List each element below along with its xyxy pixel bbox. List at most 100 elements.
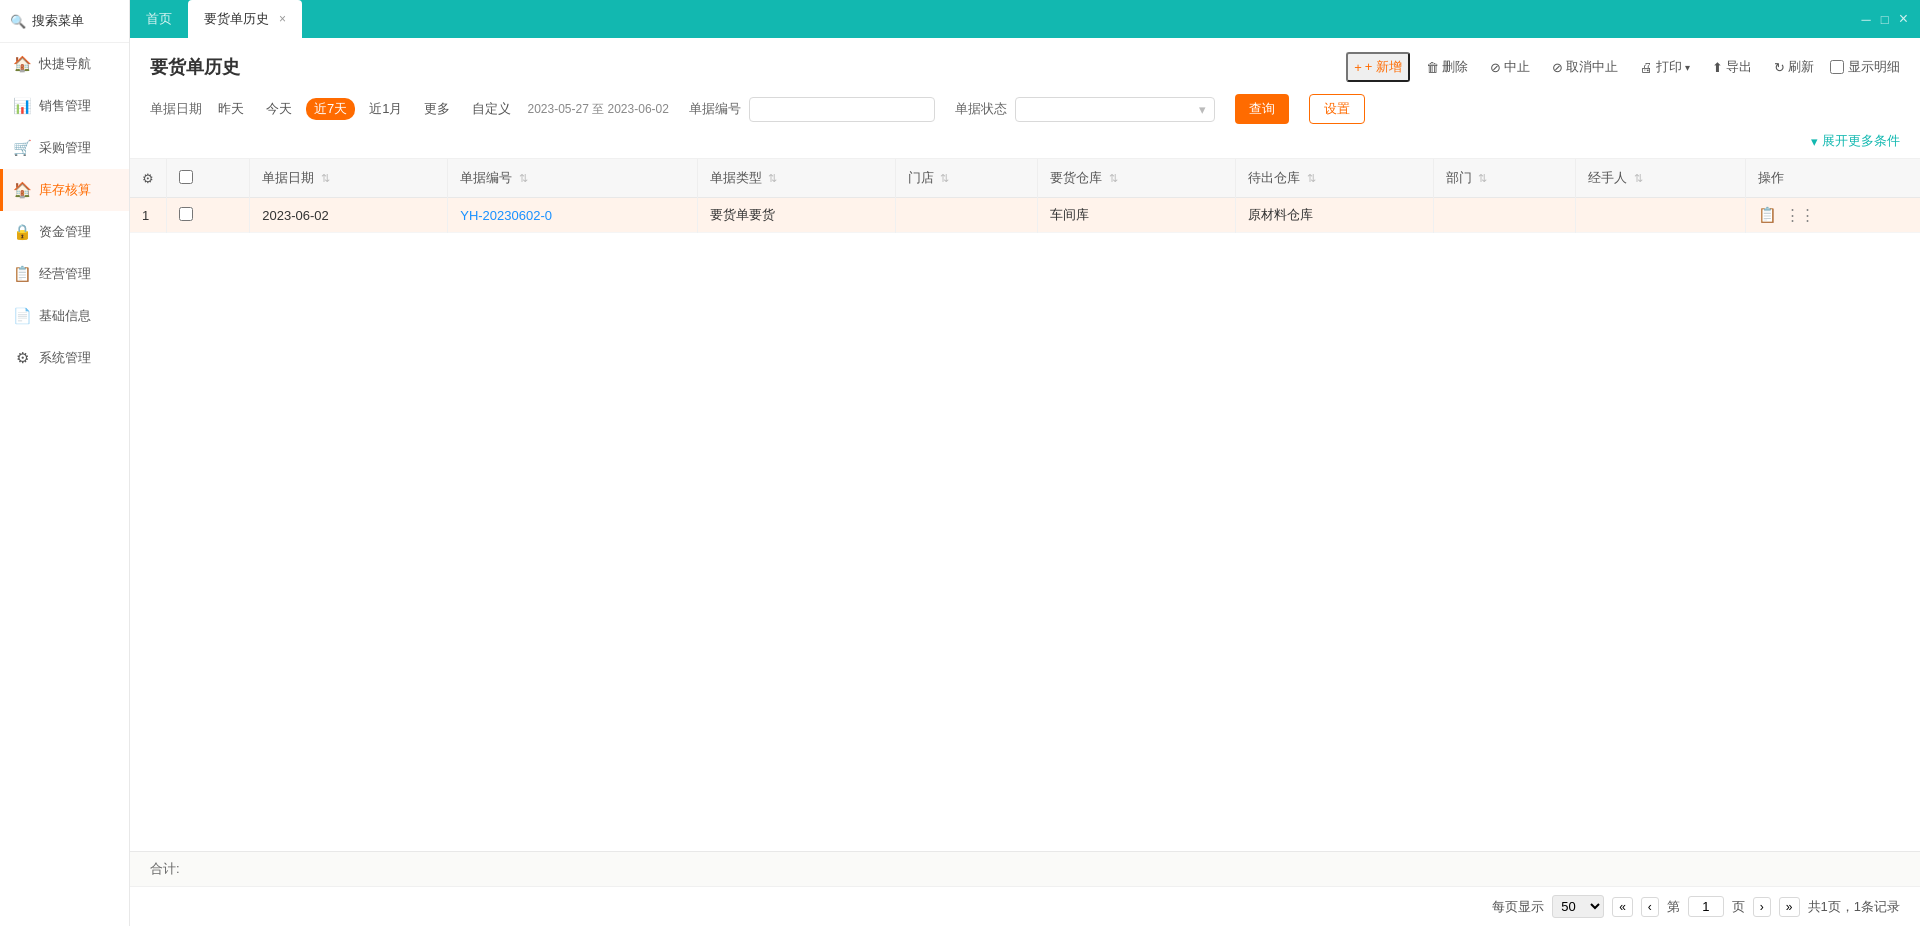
cancel-stop-button[interactable]: ⊘ 取消中止 (1546, 54, 1624, 80)
sidebar-item-label: 经营管理 (39, 265, 91, 283)
date-tab-7days[interactable]: 近7天 (306, 98, 355, 120)
print-icon: 🖨 (1640, 60, 1653, 75)
table-header-doc-date[interactable]: 单据日期 ⇅ (250, 159, 448, 198)
table-header-store[interactable]: 门店 ⇅ (895, 159, 1037, 198)
sort-icon-handler: ⇅ (1634, 172, 1643, 184)
row-more-icon[interactable]: ⋮⋮ (1785, 206, 1815, 224)
table-header-handler[interactable]: 经手人 ⇅ (1576, 159, 1746, 198)
summary-label: 合计: (150, 861, 180, 876)
row-index: 1 (130, 198, 167, 233)
date-tabs: 昨天 今天 近7天 近1月 更多 自定义 (210, 98, 519, 120)
tab-home[interactable]: 首页 (130, 0, 188, 38)
tab-requisition-label: 要货单历史 (204, 10, 269, 28)
stop-button[interactable]: ⊘ 中止 (1484, 54, 1536, 80)
sidebar-search[interactable]: 🔍 搜索菜单 (0, 0, 129, 43)
sidebar-item-finance[interactable]: 🔒 资金管理 (0, 211, 129, 253)
doc-number-input[interactable] (749, 97, 935, 122)
date-range-display: 2023-05-27 至 2023-06-02 (527, 101, 668, 118)
row-req-warehouse: 车间库 (1038, 198, 1236, 233)
sort-icon-store: ⇅ (940, 172, 949, 184)
doc-number-filter: 单据编号 (689, 97, 935, 122)
table-header-department[interactable]: 部门 ⇅ (1433, 159, 1575, 198)
export-icon: ⬆ (1712, 60, 1723, 75)
sidebar-item-system[interactable]: ⚙ 系统管理 (0, 337, 129, 379)
footer-summary: 合计: (130, 851, 1920, 886)
stop-icon: ⊘ (1490, 60, 1501, 75)
query-button[interactable]: 查询 (1235, 94, 1289, 124)
sidebar-item-quick-nav[interactable]: 🏠 快捷导航 (0, 43, 129, 85)
base-icon: 📄 (13, 307, 31, 325)
per-page-select[interactable]: 50 20 100 (1552, 895, 1604, 918)
table-wrapper: ⚙ 单据日期 ⇅ 单据编号 ⇅ 单据类型 (130, 159, 1920, 851)
sidebar-search-label: 搜索菜单 (32, 12, 84, 30)
new-icon: + (1354, 60, 1362, 75)
doc-number-label: 单据编号 (689, 100, 741, 118)
window-minimize-btn[interactable]: ─ (1862, 12, 1871, 27)
window-maximize-btn[interactable]: □ (1881, 12, 1889, 27)
doc-no-link[interactable]: YH-20230602-0 (460, 208, 552, 223)
first-page-btn[interactable]: « (1612, 897, 1633, 917)
table-row: 1 2023-06-02 YH-20230602-0 要货单要货 车间库 原材料… (130, 198, 1920, 233)
doc-status-filter: 单据状态 ▾ (955, 97, 1215, 122)
date-tab-1month[interactable]: 近1月 (361, 98, 410, 120)
sidebar-item-label: 系统管理 (39, 349, 91, 367)
row-pending-warehouse: 原材料仓库 (1235, 198, 1433, 233)
system-icon: ⚙ (13, 349, 31, 367)
date-tab-more[interactable]: 更多 (416, 98, 458, 120)
inventory-icon: 🏠 (13, 181, 31, 199)
delete-button[interactable]: 🗑 删除 (1420, 54, 1474, 80)
sort-icon-department: ⇅ (1478, 172, 1487, 184)
window-close-btn[interactable]: × (1899, 10, 1908, 28)
sidebar-item-label: 快捷导航 (39, 55, 91, 73)
table-header-pending-warehouse[interactable]: 待出仓库 ⇅ (1235, 159, 1433, 198)
chevron-down-icon: ▾ (1199, 102, 1206, 117)
last-page-btn[interactable]: » (1779, 897, 1800, 917)
date-tab-yesterday[interactable]: 昨天 (210, 98, 252, 120)
expand-more-btn[interactable]: ▾ 展开更多条件 (1811, 132, 1900, 150)
display-detail-toggle[interactable]: 显示明细 (1830, 58, 1900, 76)
select-all-checkbox[interactable] (179, 170, 193, 184)
next-page-btn[interactable]: › (1753, 897, 1771, 917)
operations-icon: 📋 (13, 265, 31, 283)
prev-page-btn[interactable]: ‹ (1641, 897, 1659, 917)
filter-row: 单据日期 昨天 今天 近7天 近1月 更多 自定义 2023-05-27 至 2… (150, 94, 1900, 124)
search-icon: 🔍 (10, 14, 26, 29)
toolbar: + + 新增 🗑 删除 ⊘ 中止 ⊘ 取消中止 🖨 打印 (1346, 52, 1900, 82)
table-header-row: ⚙ 单据日期 ⇅ 单据编号 ⇅ 单据类型 (130, 159, 1920, 198)
table-header-doc-no[interactable]: 单据编号 ⇅ (448, 159, 698, 198)
print-button[interactable]: 🖨 打印 ▾ (1634, 54, 1696, 80)
new-button[interactable]: + + 新增 (1346, 52, 1410, 82)
expand-more-icon: ▾ (1811, 134, 1818, 149)
row-select-checkbox[interactable] (179, 207, 193, 221)
tab-bar-right: ─ □ × (1862, 10, 1920, 28)
filter-bar: 单据日期 昨天 今天 近7天 近1月 更多 自定义 2023-05-27 至 2… (130, 82, 1920, 159)
display-detail-checkbox[interactable] (1830, 60, 1844, 74)
date-tab-custom[interactable]: 自定义 (464, 98, 519, 120)
table-header-req-warehouse[interactable]: 要货仓库 ⇅ (1038, 159, 1236, 198)
page-title: 要货单历史 (150, 55, 240, 79)
expand-more-label: 展开更多条件 (1822, 132, 1900, 150)
sidebar-item-operations[interactable]: 📋 经营管理 (0, 253, 129, 295)
sidebar-item-base[interactable]: 📄 基础信息 (0, 295, 129, 337)
tab-home-label: 首页 (146, 10, 172, 28)
date-tab-today[interactable]: 今天 (258, 98, 300, 120)
tab-requisition-history[interactable]: 要货单历史 × (188, 0, 302, 38)
row-checkbox (167, 198, 250, 233)
refresh-button[interactable]: ↻ 刷新 (1768, 54, 1820, 80)
table-header-actions: 操作 (1746, 159, 1920, 198)
sidebar-item-label: 采购管理 (39, 139, 91, 157)
sidebar-item-purchase[interactable]: 🛒 采购管理 (0, 127, 129, 169)
data-table: ⚙ 单据日期 ⇅ 单据编号 ⇅ 单据类型 (130, 159, 1920, 233)
row-edit-icon[interactable]: 📋 (1758, 206, 1777, 224)
sidebar-item-sales[interactable]: 📊 销售管理 (0, 85, 129, 127)
doc-status-select[interactable]: ▾ (1015, 97, 1215, 122)
sidebar-item-inventory[interactable]: 🏠 库存核算 (0, 169, 129, 211)
cart-icon: 🛒 (13, 139, 31, 157)
table-settings-col[interactable]: ⚙ (130, 159, 167, 198)
settings-button[interactable]: 设置 (1309, 94, 1365, 124)
export-button[interactable]: ⬆ 导出 (1706, 54, 1758, 80)
table-header-doc-type[interactable]: 单据类型 ⇅ (697, 159, 895, 198)
tab-close-icon[interactable]: × (279, 12, 286, 26)
page-number-input[interactable] (1688, 896, 1724, 917)
sort-icon-doc-type: ⇅ (768, 172, 777, 184)
